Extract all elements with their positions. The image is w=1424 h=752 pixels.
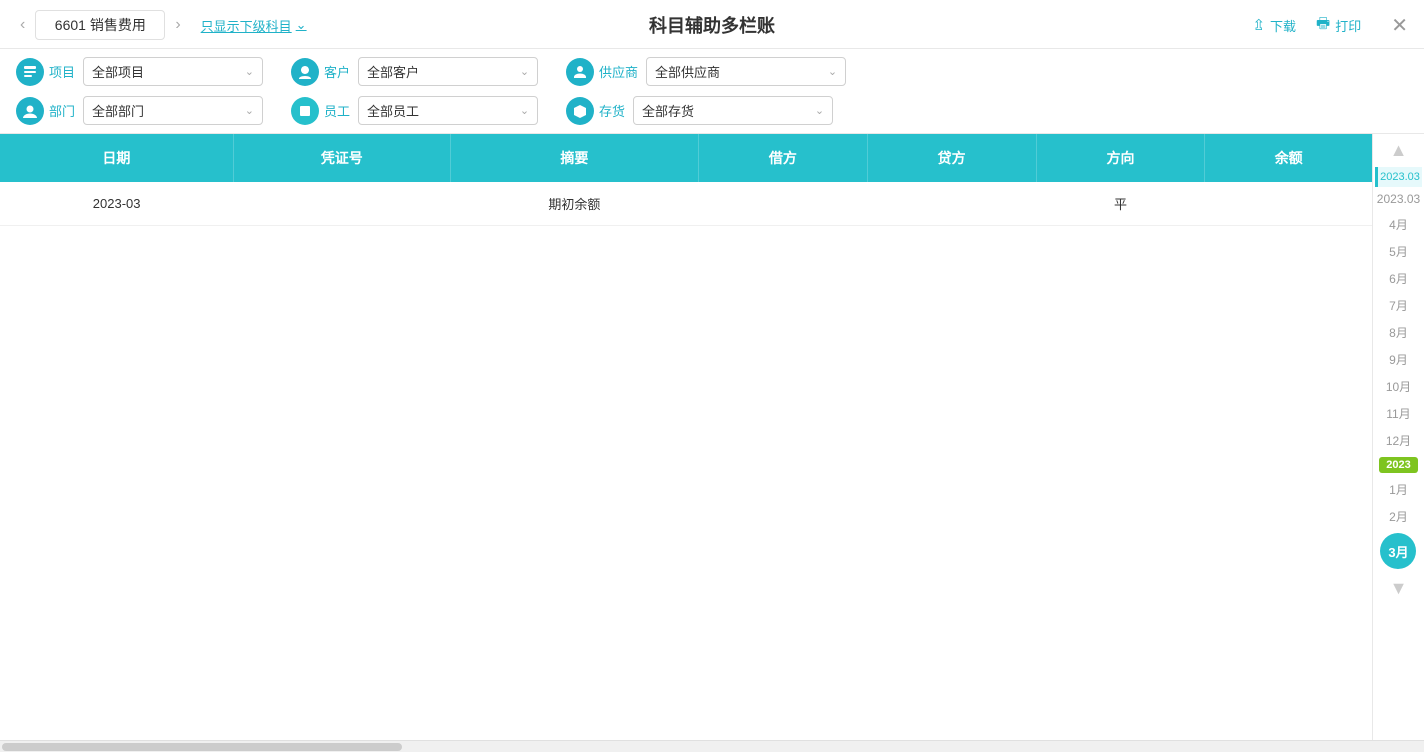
cell-summary: 期初余额 xyxy=(450,182,698,226)
employee-icon xyxy=(291,97,319,125)
right-sidebar: ▲ 2023.032023.034月5月6月7月8月9月10月11月12月202… xyxy=(1372,134,1424,740)
col-voucher: 凭证号 xyxy=(233,134,450,182)
print-icon: 🖶 xyxy=(1316,13,1330,38)
sidebar-item[interactable]: 2023.03 xyxy=(1375,167,1422,187)
show-sub-label: 只显示下级科目 xyxy=(201,16,292,35)
sidebar-item[interactable]: 10月 xyxy=(1375,373,1422,400)
sidebar-item[interactable]: 1月 xyxy=(1375,476,1422,503)
filter-row-2: 部门 全部部门 ⌄ 员工 全部员工 ⌄ 存货 xyxy=(16,96,833,125)
sidebar-item[interactable]: 4月 xyxy=(1375,211,1422,238)
employee-label: 员工 xyxy=(324,101,350,120)
supplier-icon xyxy=(566,58,594,86)
title-bar: ‹ 6601 销售费用 › 只显示下级科目 ⌄ 科目辅助多栏账 ⇫ 下载 🖶 打… xyxy=(0,0,1424,49)
customer-label: 客户 xyxy=(324,62,350,81)
inventory-select[interactable]: 全部存货 ⌄ xyxy=(633,96,833,125)
col-balance: 余额 xyxy=(1205,134,1372,182)
sidebar-item[interactable]: 2023.03 xyxy=(1375,187,1422,211)
filter-area: 项目 全部项目 ⌄ 客户 全部客户 ⌄ 供应 xyxy=(0,49,1424,134)
supplier-value: 全部供应商 xyxy=(655,62,720,81)
inventory-value: 全部存货 xyxy=(642,101,694,120)
sidebar-item[interactable]: 5月 xyxy=(1375,238,1422,265)
sidebar-item[interactable]: 2月 xyxy=(1375,503,1422,530)
department-label: 部门 xyxy=(49,101,75,120)
filter-label-project: 项目 xyxy=(16,58,75,86)
inventory-icon xyxy=(566,97,594,125)
sidebar-up-arrow[interactable]: ▲ xyxy=(1373,134,1424,167)
customer-select[interactable]: 全部客户 ⌄ xyxy=(358,57,538,86)
employee-arrow-icon: ⌄ xyxy=(520,104,529,117)
print-button[interactable]: 🖶 打印 xyxy=(1316,13,1361,38)
supplier-arrow-icon: ⌄ xyxy=(828,65,837,78)
main-window: ‹ 6601 销售费用 › 只显示下级科目 ⌄ 科目辅助多栏账 ⇫ 下载 🖶 打… xyxy=(0,0,1424,752)
inventory-arrow-icon: ⌄ xyxy=(815,104,824,117)
sidebar-item[interactable]: 7月 xyxy=(1375,292,1422,319)
filter-label-department: 部门 xyxy=(16,97,75,125)
col-direction: 方向 xyxy=(1036,134,1205,182)
project-arrow-icon: ⌄ xyxy=(245,65,254,78)
project-label: 项目 xyxy=(49,62,75,81)
col-summary: 摘要 xyxy=(450,134,698,182)
col-date: 日期 xyxy=(0,134,233,182)
title-bar-right: ⇫ 下载 🖶 打印 ✕ xyxy=(1252,13,1408,38)
customer-arrow-icon: ⌄ xyxy=(520,65,529,78)
table-container[interactable]: 日期 凭证号 摘要 借方 贷方 方向 余额 2023-03 期初余额 平 xyxy=(0,134,1372,740)
table-row[interactable]: 2023-03 期初余额 平 xyxy=(0,182,1372,226)
cell-date: 2023-03 xyxy=(0,182,233,226)
download-label: 下载 xyxy=(1270,16,1296,35)
project-select[interactable]: 全部项目 ⌄ xyxy=(83,57,263,86)
show-sub-dropdown[interactable]: 只显示下级科目 ⌄ xyxy=(201,16,307,35)
cell-direction: 平 xyxy=(1036,182,1205,226)
filter-label-supplier: 供应商 xyxy=(566,58,638,86)
cell-balance xyxy=(1205,182,1372,226)
employee-value: 全部员工 xyxy=(367,101,419,120)
customer-icon xyxy=(291,58,319,86)
department-icon xyxy=(16,97,44,125)
employee-select[interactable]: 全部员工 ⌄ xyxy=(358,96,538,125)
inventory-label: 存货 xyxy=(599,101,625,120)
download-button[interactable]: ⇫ 下载 xyxy=(1252,16,1296,35)
title-bar-left: ‹ 6601 销售费用 › 只显示下级科目 ⌄ xyxy=(16,10,307,40)
project-icon xyxy=(16,58,44,86)
h-scrollbar-thumb[interactable] xyxy=(2,743,402,751)
print-label: 打印 xyxy=(1335,16,1361,35)
department-value: 全部部门 xyxy=(92,101,144,120)
sidebar-item[interactable]: 3月 xyxy=(1380,533,1416,569)
col-credit: 贷方 xyxy=(867,134,1036,182)
nav-prev-arrow[interactable]: ‹ xyxy=(16,14,29,36)
download-icon: ⇫ xyxy=(1252,16,1265,34)
sidebar-item[interactable]: 12月 xyxy=(1375,427,1422,454)
col-debit: 借方 xyxy=(698,134,867,182)
filter-label-employee: 员工 xyxy=(291,97,350,125)
sidebar-item[interactable]: 9月 xyxy=(1375,346,1422,373)
table-wrapper: 日期 凭证号 摘要 借方 贷方 方向 余额 2023-03 期初余额 平 xyxy=(0,134,1424,740)
supplier-select[interactable]: 全部供应商 ⌄ xyxy=(646,57,846,86)
cell-voucher xyxy=(233,182,450,226)
nav-next-arrow[interactable]: › xyxy=(171,14,184,36)
page-title: 科目辅助多栏账 xyxy=(649,12,775,38)
filter-row-1: 项目 全部项目 ⌄ 客户 全部客户 ⌄ 供应 xyxy=(16,57,846,86)
close-button[interactable]: ✕ xyxy=(1391,13,1408,38)
sidebar-item[interactable]: 8月 xyxy=(1375,319,1422,346)
sidebar-item[interactable]: 6月 xyxy=(1375,265,1422,292)
sidebar-item[interactable]: 11月 xyxy=(1375,400,1422,427)
h-scrollbar[interactable] xyxy=(0,740,1424,752)
sidebar-down-arrow[interactable]: ▼ xyxy=(1373,572,1424,605)
department-select[interactable]: 全部部门 ⌄ xyxy=(83,96,263,125)
data-table: 日期 凭证号 摘要 借方 贷方 方向 余额 2023-03 期初余额 平 xyxy=(0,134,1372,226)
cell-credit xyxy=(867,182,1036,226)
account-code[interactable]: 6601 销售费用 xyxy=(35,10,165,40)
filter-label-inventory: 存货 xyxy=(566,97,625,125)
customer-value: 全部客户 xyxy=(367,62,419,81)
department-arrow-icon: ⌄ xyxy=(245,104,254,117)
supplier-label: 供应商 xyxy=(599,62,638,81)
sidebar-item[interactable]: 2023 xyxy=(1379,457,1418,473)
cell-debit xyxy=(698,182,867,226)
filter-label-customer: 客户 xyxy=(291,58,350,86)
project-value: 全部项目 xyxy=(92,62,144,81)
show-sub-arrow-icon: ⌄ xyxy=(296,17,307,33)
